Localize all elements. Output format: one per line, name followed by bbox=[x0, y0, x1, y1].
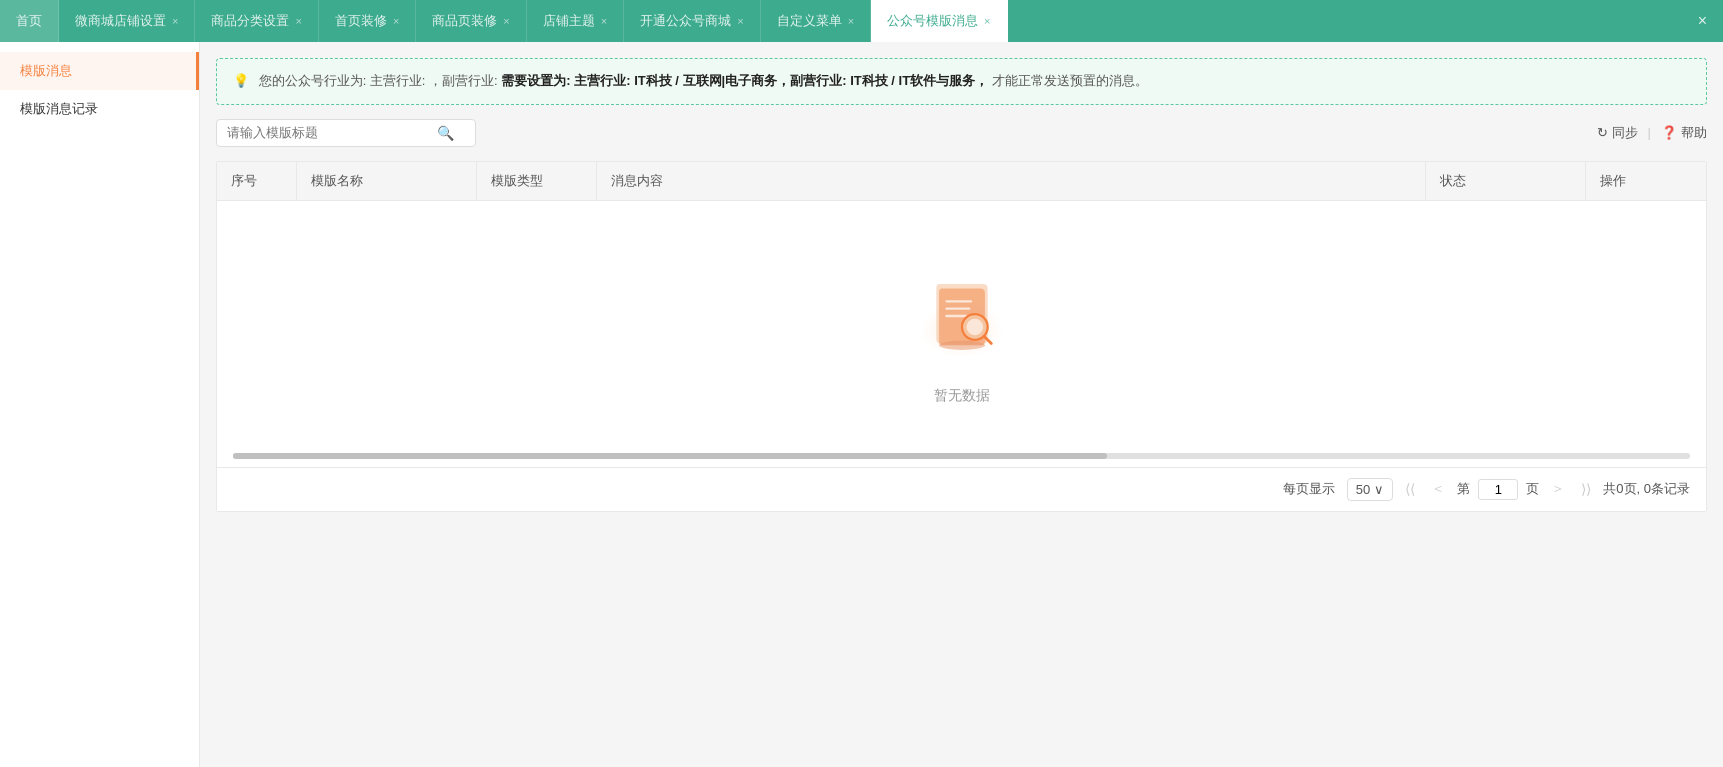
search-input[interactable] bbox=[227, 125, 437, 140]
sidebar-item-template-msg[interactable]: 模版消息 bbox=[0, 52, 199, 90]
page-prev-button[interactable]: ＜ bbox=[1427, 478, 1449, 500]
per-page-value: 50 bbox=[1356, 482, 1370, 497]
tab-product-page[interactable]: 商品页装修 × bbox=[416, 0, 526, 42]
tab-weshop[interactable]: 微商城店铺设置 × bbox=[59, 0, 195, 42]
tab-home-decor[interactable]: 首页装修 × bbox=[319, 0, 416, 42]
toolbar-divider: | bbox=[1648, 125, 1651, 140]
scroll-thumb bbox=[233, 453, 1107, 459]
notice-suffix: 才能正常发送预置的消息。 bbox=[992, 73, 1148, 88]
chevron-down-icon: ∨ bbox=[1374, 482, 1384, 497]
tab-close-open-mall[interactable]: × bbox=[737, 15, 743, 27]
tab-close-product-cat[interactable]: × bbox=[295, 15, 301, 27]
notice-banner: 💡 您的公众号行业为: 主营行业: ，副营行业: 需要设置为: 主营行业: IT… bbox=[216, 58, 1707, 105]
empty-text: 暂无数据 bbox=[934, 387, 990, 405]
scroll-bar-area bbox=[217, 445, 1706, 467]
search-input-wrap: 🔍 bbox=[216, 119, 476, 147]
tab-label: 首页装修 bbox=[335, 12, 387, 30]
tab-open-mall[interactable]: 开通公众号商城 × bbox=[624, 0, 760, 42]
table-header-消息内容: 消息内容 bbox=[597, 162, 1426, 200]
tab-label: 商品页装修 bbox=[432, 12, 497, 30]
page-last-button[interactable]: ⟩⟩ bbox=[1577, 479, 1595, 499]
table-header-状态: 状态 bbox=[1426, 162, 1586, 200]
notice-highlight: 需要设置为: 主营行业: IT科技 / 互联网|电子商务，副营行业: IT科技 … bbox=[501, 73, 988, 88]
tab-label: 店铺主题 bbox=[543, 12, 595, 30]
per-page-label: 每页显示 bbox=[1283, 480, 1335, 498]
tab-home[interactable]: 首页 bbox=[0, 0, 59, 42]
tab-label: 首页 bbox=[16, 12, 42, 30]
page-unit: 页 bbox=[1526, 480, 1539, 498]
tab-label: 自定义菜单 bbox=[777, 12, 842, 30]
search-icon[interactable]: 🔍 bbox=[437, 125, 454, 141]
toolbar-right: ↻ 同步 | ❓ 帮助 bbox=[1597, 124, 1707, 142]
pagination-bar: 每页显示 50 ∨ ⟨⟨ ＜ 第 页 ＞ ⟩⟩ 共0页, 0条记录 bbox=[217, 467, 1706, 511]
content-area: 💡 您的公众号行业为: 主营行业: ，副营行业: 需要设置为: 主营行业: IT… bbox=[200, 42, 1723, 767]
tab-close-shop-theme[interactable]: × bbox=[601, 15, 607, 27]
tab-bar: 首页微商城店铺设置×商品分类设置×首页装修×商品页装修×店铺主题×开通公众号商城… bbox=[0, 0, 1723, 42]
page-first-button[interactable]: ⟨⟨ bbox=[1401, 479, 1419, 499]
notice-prefix: 您的公众号行业为: 主营行业: ，副营行业: bbox=[259, 73, 498, 88]
tab-close-custom-menu[interactable]: × bbox=[848, 15, 854, 27]
bulb-icon: 💡 bbox=[233, 73, 249, 88]
table-header-模版类型: 模版类型 bbox=[477, 162, 597, 200]
tab-label: 公众号模版消息 bbox=[887, 12, 978, 30]
scroll-track[interactable] bbox=[233, 453, 1690, 459]
sidebar: 模版消息模版消息记录 bbox=[0, 42, 200, 767]
tab-close-weshop[interactable]: × bbox=[172, 15, 178, 27]
empty-state: 暂无数据 bbox=[217, 201, 1706, 445]
tab-shop-theme[interactable]: 店铺主题 × bbox=[527, 0, 624, 42]
tab-close-home-decor[interactable]: × bbox=[393, 15, 399, 27]
per-page-select[interactable]: 50 ∨ bbox=[1347, 478, 1393, 501]
main-layout: 模版消息模版消息记录 💡 您的公众号行业为: 主营行业: ，副营行业: 需要设置… bbox=[0, 42, 1723, 767]
page-input[interactable] bbox=[1478, 479, 1518, 500]
sidebar-item-template-log[interactable]: 模版消息记录 bbox=[0, 90, 199, 128]
tab-label: 开通公众号商城 bbox=[640, 12, 731, 30]
tab-label: 商品分类设置 bbox=[211, 12, 289, 30]
empty-illustration bbox=[907, 261, 1017, 371]
tab-product-cat[interactable]: 商品分类设置 × bbox=[195, 0, 318, 42]
table-header-序号: 序号 bbox=[217, 162, 297, 200]
help-icon: ❓ bbox=[1661, 125, 1677, 140]
table-header-操作: 操作 bbox=[1586, 162, 1706, 200]
svg-point-7 bbox=[939, 341, 985, 350]
search-bar: 🔍 ↻ 同步 | ❓ 帮助 bbox=[216, 119, 1707, 147]
total-info: 共0页, 0条记录 bbox=[1603, 480, 1690, 498]
tab-label: 微商城店铺设置 bbox=[75, 12, 166, 30]
tab-template-msg[interactable]: 公众号模版消息 × bbox=[871, 0, 1007, 42]
page-label: 第 bbox=[1457, 480, 1470, 498]
page-next-button[interactable]: ＞ bbox=[1547, 478, 1569, 500]
close-all-button[interactable]: × bbox=[1682, 0, 1723, 42]
help-button[interactable]: ❓ 帮助 bbox=[1661, 124, 1707, 142]
table-header: 序号模版名称模版类型消息内容状态操作 bbox=[217, 162, 1706, 201]
sync-icon: ↻ bbox=[1597, 125, 1608, 140]
table-header-模版名称: 模版名称 bbox=[297, 162, 477, 200]
tab-custom-menu[interactable]: 自定义菜单 × bbox=[761, 0, 871, 42]
sync-button[interactable]: ↻ 同步 bbox=[1597, 124, 1638, 142]
table-wrap: 序号模版名称模版类型消息内容状态操作 bbox=[216, 161, 1707, 512]
help-label: 帮助 bbox=[1681, 124, 1707, 142]
sync-label: 同步 bbox=[1612, 124, 1638, 142]
svg-point-5 bbox=[966, 319, 983, 336]
tab-close-template-msg[interactable]: × bbox=[984, 15, 990, 27]
tab-close-product-page[interactable]: × bbox=[503, 15, 509, 27]
